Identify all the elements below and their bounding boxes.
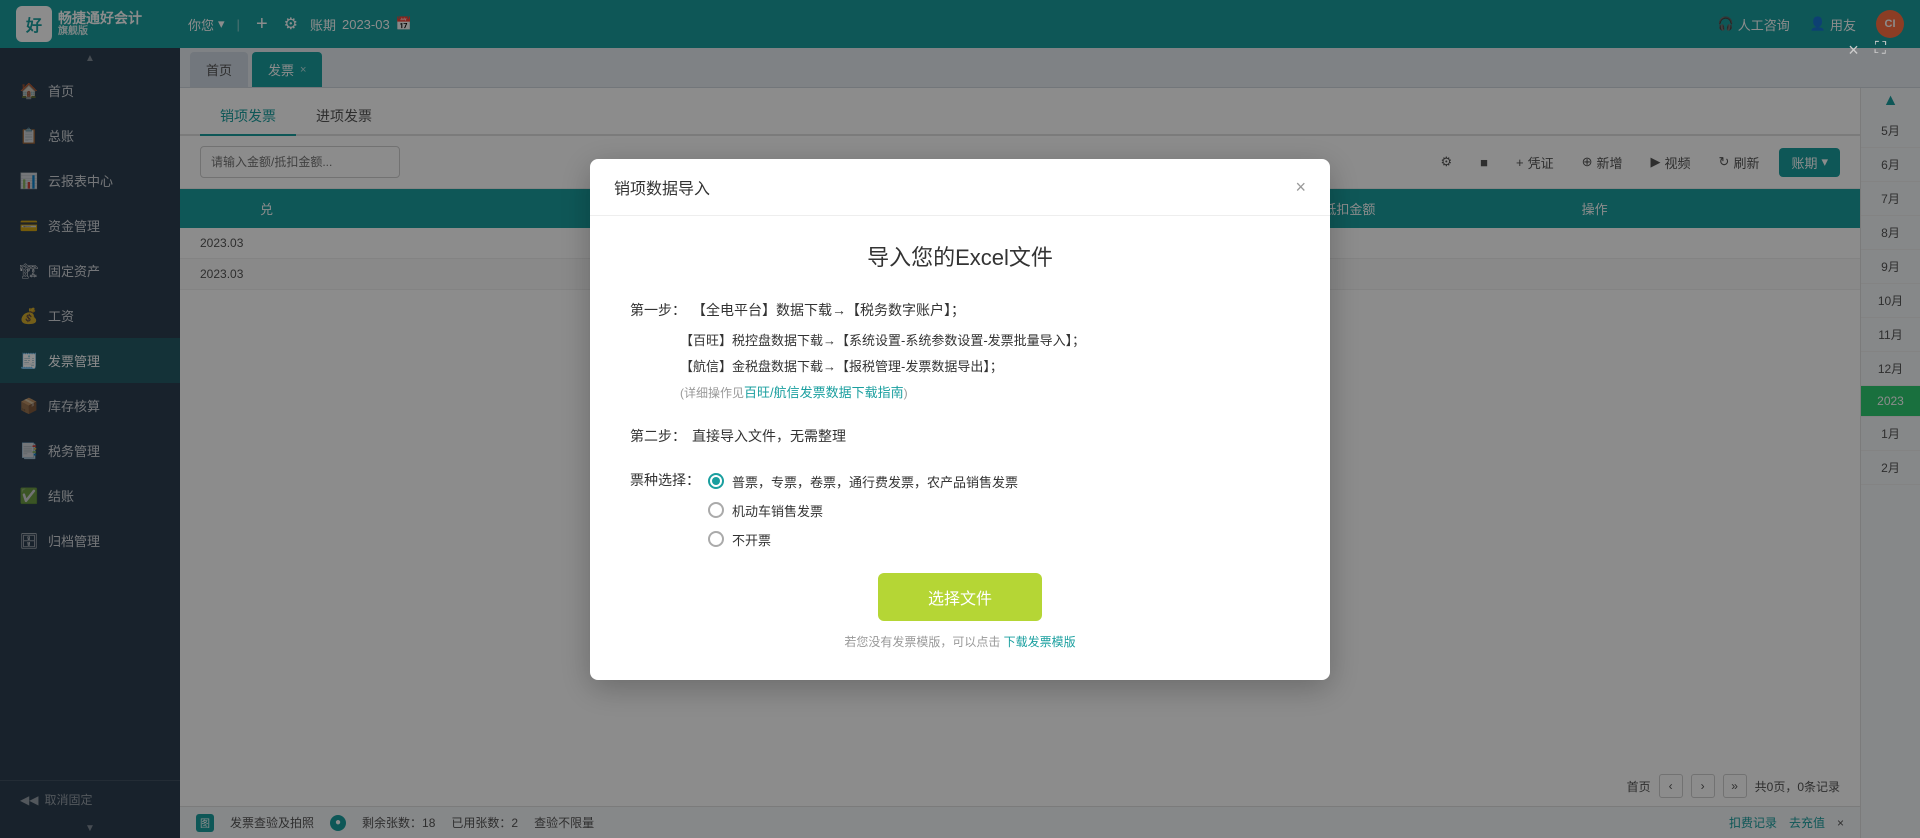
outer-expand-button[interactable]: ⛶ — [1875, 40, 1886, 61]
modal-header: 销项数据导入 × — [590, 159, 1330, 216]
radio-circle-normal — [708, 473, 724, 489]
radio-option-normal[interactable]: 普票，专票，卷票，通行费发票，农产品销售发票 × 现在支持的票种多了，导入发票时… — [708, 472, 1290, 491]
modal-main-title: 导入您的Excel文件 — [630, 240, 1290, 272]
outer-close-button[interactable]: × — [1848, 40, 1859, 61]
download-template-link[interactable]: 下载发票模版 — [1004, 635, 1076, 649]
radio-group: 普票，专票，卷票，通行费发票，农产品销售发票 × 现在支持的票种多了，导入发票时… — [700, 472, 1290, 549]
step2-section: 第二步： 直接导入文件，无需整理 — [630, 426, 1290, 446]
radio-group-label: 票种选择： — [630, 466, 700, 490]
step1-section: 第一步： 【全电平台】数据下载→【税务数字账户】； 【百旺】税控盘数据下载→【系… — [630, 300, 1290, 406]
modal-close-button[interactable]: × — [1295, 178, 1306, 196]
modal-overlay: × ⛶ 销项数据导入 × 导入您的Excel文件 第一步： 【全电平台】数据下载… — [0, 0, 1920, 838]
modal-body: 导入您的Excel文件 第一步： 【全电平台】数据下载→【税务数字账户】； 【百… — [590, 216, 1330, 680]
radio-circle-motor — [708, 502, 724, 518]
import-modal: 销项数据导入 × 导入您的Excel文件 第一步： 【全电平台】数据下载→【税务… — [590, 159, 1330, 680]
radio-circle-noticket — [708, 531, 724, 547]
radio-option-noticket[interactable]: 不开票 — [708, 530, 1290, 549]
radio-option-motor[interactable]: 机动车销售发票 — [708, 501, 1290, 520]
select-file-button[interactable]: 选择文件 — [878, 573, 1042, 621]
modal-title: 销项数据导入 — [614, 175, 710, 199]
modal-footer: 若您没有发票模版，可以点击 下载发票模版 — [630, 633, 1290, 650]
download-guide-link[interactable]: 百旺/航信发票数据下载指南 — [744, 385, 904, 400]
